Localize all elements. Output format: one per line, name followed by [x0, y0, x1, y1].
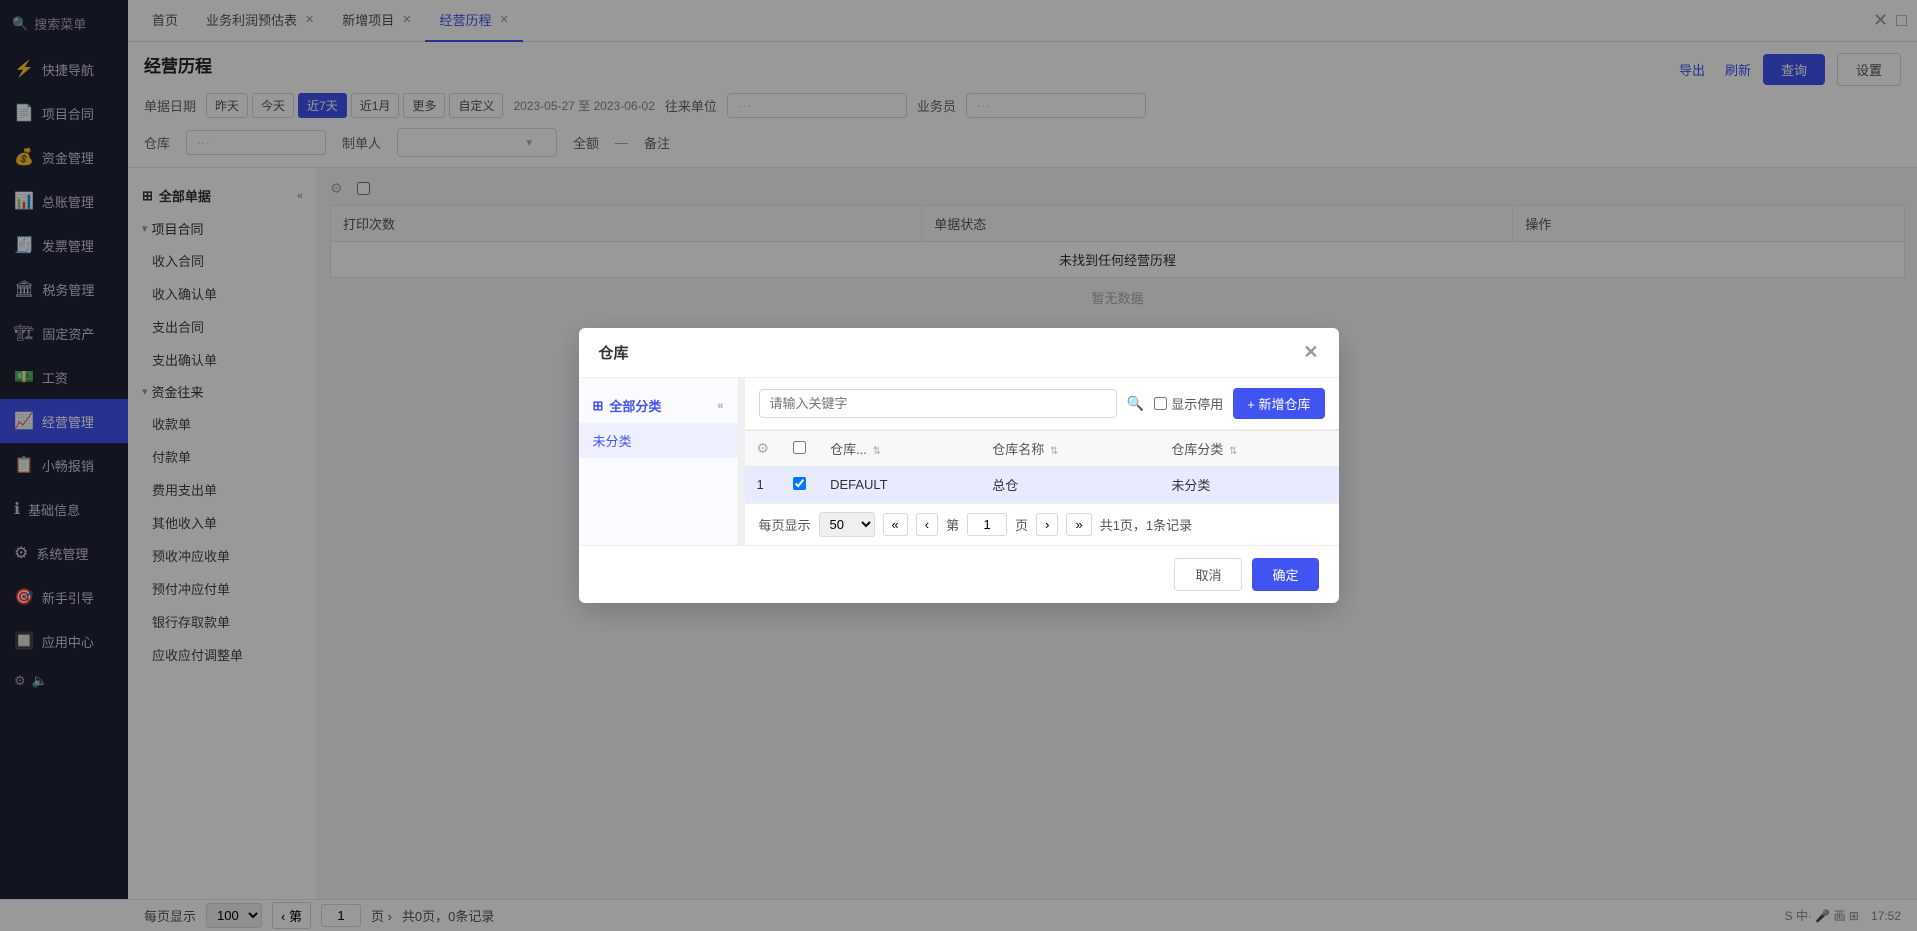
- col-checkbox: [781, 431, 818, 467]
- dialog-title: 仓库: [599, 342, 629, 363]
- dialog-table: ⚙ 仓库... ⇅ 仓库名称: [745, 430, 1339, 503]
- show-disabled-checkbox[interactable]: [1154, 397, 1167, 410]
- page-label: 第: [946, 515, 959, 534]
- sort-icon-category[interactable]: ⇅: [1229, 446, 1237, 457]
- dialog-gear-icon[interactable]: ⚙: [757, 440, 770, 456]
- dialog-body: ⊞ 全部分类 « 未分类 🔍: [579, 378, 1339, 545]
- modal-overlay[interactable]: 仓库 ✕ ⊞ 全部分类 « 未分类: [0, 0, 1917, 931]
- per-page-select[interactable]: 50 100: [819, 512, 875, 537]
- dialog-header: 仓库 ✕: [579, 328, 1339, 378]
- search-icon-dialog: 🔍: [1127, 395, 1144, 412]
- add-warehouse-button[interactable]: + 新增仓库: [1233, 388, 1324, 419]
- page-suffix: 页: [1015, 515, 1028, 534]
- dialog-search-input[interactable]: [759, 389, 1117, 418]
- uncategorized-label: 未分类: [593, 434, 632, 449]
- cancel-button[interactable]: 取消: [1174, 558, 1242, 591]
- row-category: 未分类: [1159, 467, 1338, 503]
- table-row[interactable]: 1 DEFAULT 总仓 未分类: [745, 467, 1339, 503]
- row-code: DEFAULT: [818, 467, 980, 503]
- prev-page-btn[interactable]: ‹: [916, 513, 938, 536]
- dialog-pagination: 每页显示 50 100 « ‹ 第 页 › » 共1页，1条记录: [745, 503, 1339, 545]
- dialog-search-bar: 🔍 显示停用 + 新增仓库: [745, 378, 1339, 430]
- dialog-grid: ⚙ 仓库... ⇅ 仓库名称: [745, 430, 1339, 503]
- all-category-label: 全部分类: [609, 396, 661, 415]
- sort-icon-name[interactable]: ⇅: [1050, 446, 1058, 457]
- last-page-btn[interactable]: »: [1066, 513, 1091, 536]
- first-page-btn[interactable]: «: [883, 513, 908, 536]
- dialog-select-all[interactable]: [793, 441, 806, 454]
- total-label: 共1页，1条记录: [1100, 515, 1192, 534]
- dialog-left-scroll: 未分类: [579, 423, 738, 535]
- dialog-uncategorized-item[interactable]: 未分类: [579, 423, 738, 458]
- warehouse-dialog: 仓库 ✕ ⊞ 全部分类 « 未分类: [579, 328, 1339, 603]
- dialog-right-panel: 🔍 显示停用 + 新增仓库 ⚙: [745, 378, 1339, 545]
- next-page-btn[interactable]: ›: [1036, 513, 1058, 536]
- per-page-label: 每页显示: [759, 515, 811, 534]
- dialog-close-button[interactable]: ✕: [1303, 342, 1318, 363]
- row-checkbox: [781, 467, 818, 503]
- dialog-actions: 取消 确定: [579, 545, 1339, 603]
- col-code: 仓库... ⇅: [818, 431, 980, 467]
- col-category: 仓库分类 ⇅: [1159, 431, 1338, 467]
- all-category-icon: ⊞: [593, 398, 604, 414]
- show-disabled-label: 显示停用: [1154, 394, 1223, 413]
- dialog-left-collapse[interactable]: «: [717, 400, 723, 412]
- row-index: 1: [745, 467, 782, 503]
- confirm-button[interactable]: 确定: [1252, 558, 1318, 591]
- col-gear: ⚙: [745, 431, 782, 467]
- dialog-left-panel: ⊞ 全部分类 « 未分类: [579, 378, 739, 545]
- row-select-checkbox[interactable]: [793, 477, 806, 490]
- dialog-all-category[interactable]: ⊞ 全部分类 «: [579, 388, 738, 423]
- row-name: 总仓: [980, 467, 1159, 503]
- page-input[interactable]: [967, 513, 1007, 536]
- col-name: 仓库名称 ⇅: [980, 431, 1159, 467]
- sort-icon-code[interactable]: ⇅: [873, 446, 881, 457]
